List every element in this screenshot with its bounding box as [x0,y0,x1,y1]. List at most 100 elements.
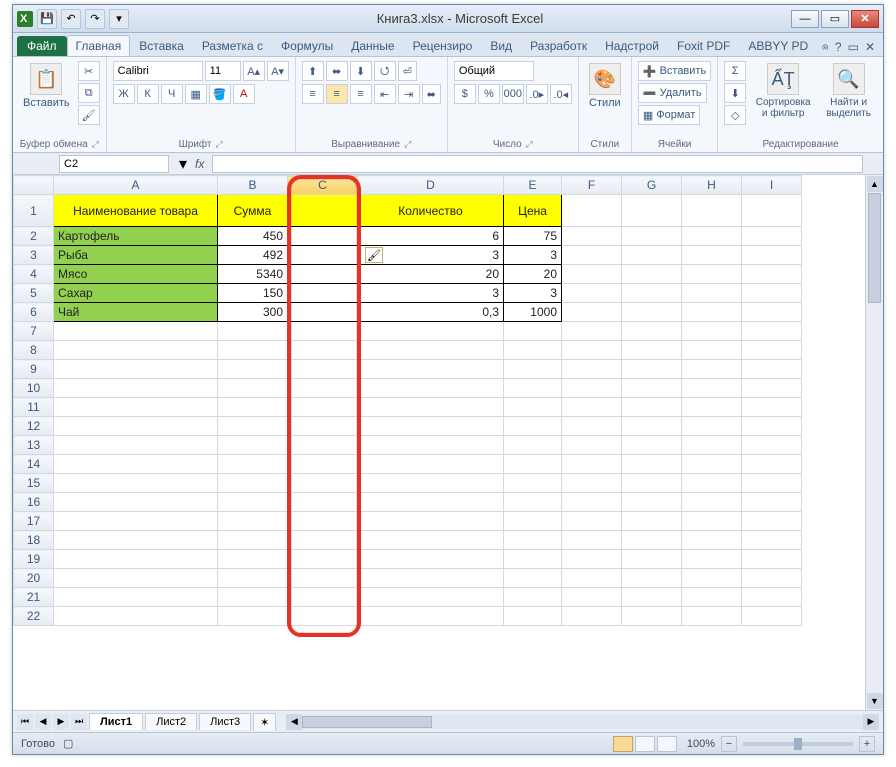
cell-G22[interactable] [622,607,682,626]
tab-addins[interactable]: Надстрой [596,35,668,56]
vscroll-thumb[interactable] [868,193,881,303]
cell-D1[interactable]: Количество [358,195,504,227]
scroll-up-icon[interactable]: ▲ [867,176,883,192]
col-header-E[interactable]: E [504,176,562,195]
scroll-left-icon[interactable]: ◀ [286,714,302,730]
cell-D8[interactable] [358,341,504,360]
cell-E20[interactable] [504,569,562,588]
cell-A22[interactable] [54,607,218,626]
zoom-in-button[interactable]: + [859,736,875,752]
cell-D17[interactable] [358,512,504,531]
cell-F11[interactable] [562,398,622,417]
cell-D5[interactable]: 3 [358,284,504,303]
cell-H2[interactable] [682,227,742,246]
cell-A6[interactable]: Чай [54,303,218,322]
cell-A11[interactable] [54,398,218,417]
find-select-button[interactable]: 🔍 Найти и выделить [820,61,877,121]
horizontal-scrollbar[interactable]: ◀ ▶ [286,713,879,731]
cell-B13[interactable] [218,436,288,455]
cell-I5[interactable] [742,284,802,303]
tab-layout[interactable]: Разметка с [193,35,272,56]
cell-G20[interactable] [622,569,682,588]
cell-F20[interactable] [562,569,622,588]
increase-decimal-button[interactable]: .0▸ [526,84,548,104]
cell-H15[interactable] [682,474,742,493]
cell-H5[interactable] [682,284,742,303]
cell-E21[interactable] [504,588,562,607]
cell-B17[interactable] [218,512,288,531]
row-header-11[interactable]: 11 [14,398,54,417]
cell-G2[interactable] [622,227,682,246]
cell-B10[interactable] [218,379,288,398]
fx-icon[interactable]: fx [195,157,204,171]
cell-C15[interactable] [288,474,358,493]
cell-H1[interactable] [682,195,742,227]
qat-more-button[interactable]: ▾ [109,9,129,29]
cell-I7[interactable] [742,322,802,341]
cell-B11[interactable] [218,398,288,417]
cell-D10[interactable] [358,379,504,398]
cell-B14[interactable] [218,455,288,474]
cell-G19[interactable] [622,550,682,569]
shrink-font-button[interactable]: A▾ [267,61,289,81]
cell-I3[interactable] [742,246,802,265]
zoom-level[interactable]: 100% [687,738,715,750]
cell-A2[interactable]: Картофель [54,227,218,246]
row-header-13[interactable]: 13 [14,436,54,455]
cell-I8[interactable] [742,341,802,360]
cell-A21[interactable] [54,588,218,607]
row-header-5[interactable]: 5 [14,284,54,303]
cell-E4[interactable]: 20 [504,265,562,284]
cell-G18[interactable] [622,531,682,550]
cell-H13[interactable] [682,436,742,455]
wrap-text-button[interactable]: ⏎ [398,61,417,81]
cell-A7[interactable] [54,322,218,341]
insert-options-icon[interactable]: 🖌 [365,247,383,263]
cell-F5[interactable] [562,284,622,303]
cell-H14[interactable] [682,455,742,474]
cell-I22[interactable] [742,607,802,626]
cell-I16[interactable] [742,493,802,512]
cell-A15[interactable] [54,474,218,493]
cell-I21[interactable] [742,588,802,607]
namebox-dropdown-icon[interactable]: ▾ [179,154,187,174]
cell-D7[interactable] [358,322,504,341]
cell-F7[interactable] [562,322,622,341]
cell-C20[interactable] [288,569,358,588]
percent-button[interactable]: % [478,84,500,104]
cell-H7[interactable] [682,322,742,341]
cell-E16[interactable] [504,493,562,512]
tab-view[interactable]: Вид [481,35,521,56]
cell-G10[interactable] [622,379,682,398]
cell-C16[interactable] [288,493,358,512]
cell-B15[interactable] [218,474,288,493]
copy-button[interactable]: ⧉ [78,83,100,103]
sheet-nav-next[interactable]: ▶ [53,714,69,730]
sheet-tab-3[interactable]: Лист3 [199,713,251,730]
currency-button[interactable]: $ [454,84,476,104]
sort-filter-button[interactable]: ẨŢ Сортировка и фильтр [750,61,816,121]
cell-A20[interactable] [54,569,218,588]
underline-button[interactable]: Ч [161,84,183,104]
qat-undo-button[interactable]: ↶ [61,9,81,29]
cell-F13[interactable] [562,436,622,455]
cell-G7[interactable] [622,322,682,341]
cell-I1[interactable] [742,195,802,227]
cell-H18[interactable] [682,531,742,550]
cell-H10[interactable] [682,379,742,398]
cell-G9[interactable] [622,360,682,379]
cell-C11[interactable] [288,398,358,417]
cell-B22[interactable] [218,607,288,626]
cell-A9[interactable] [54,360,218,379]
cell-B16[interactable] [218,493,288,512]
cells-format-button[interactable]: ▦Формат [638,105,700,125]
cell-G13[interactable] [622,436,682,455]
cell-C5[interactable] [288,284,358,303]
col-header-I[interactable]: I [742,176,802,195]
cell-A14[interactable] [54,455,218,474]
font-name-select[interactable]: Calibri [113,61,203,81]
cell-B4[interactable]: 5340 [218,265,288,284]
cell-C21[interactable] [288,588,358,607]
decrease-decimal-button[interactable]: .0◂ [550,84,572,104]
cell-E3[interactable]: 3 [504,246,562,265]
